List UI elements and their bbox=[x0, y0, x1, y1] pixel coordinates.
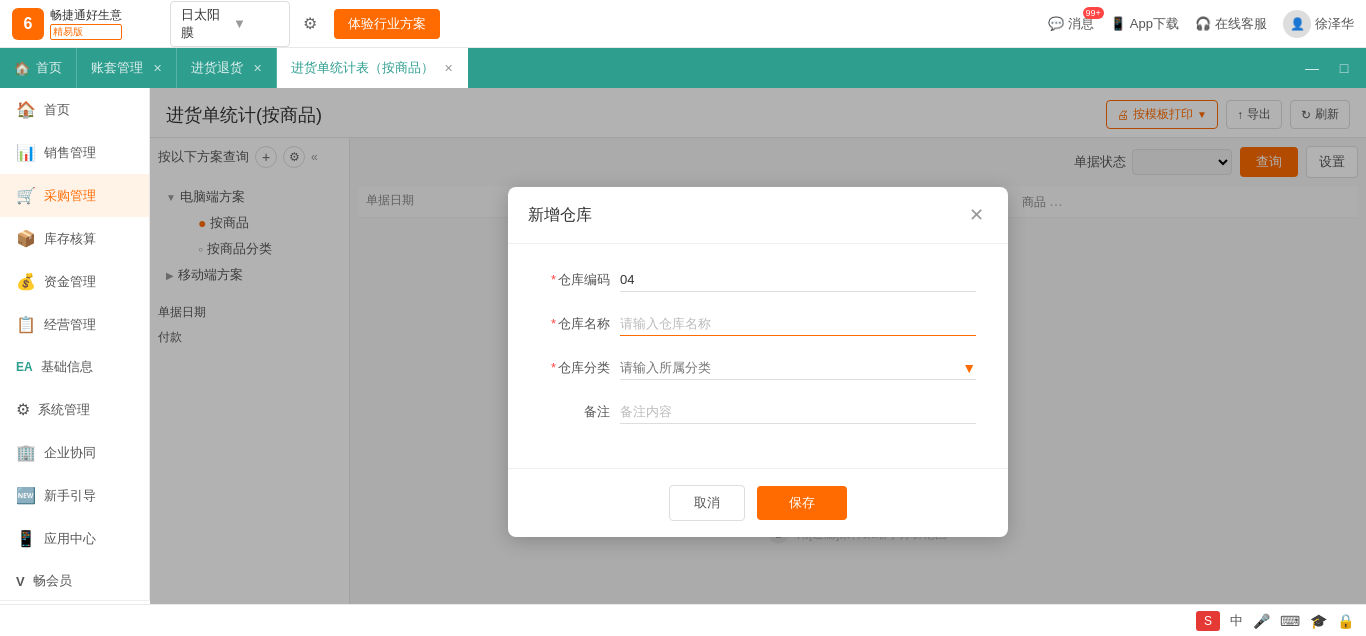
close-tab-account[interactable]: ✕ bbox=[153, 62, 162, 75]
sidebar-item-vip[interactable]: V 畅会员 bbox=[0, 560, 149, 602]
lock-btn[interactable]: 🔒 bbox=[1337, 613, 1354, 629]
sales-icon: 📊 bbox=[16, 143, 36, 162]
inventory-icon: 📦 bbox=[16, 229, 36, 248]
category-dropdown-icon[interactable]: ▼ bbox=[962, 360, 976, 376]
sidebar-item-finance[interactable]: 💰 资金管理 bbox=[0, 260, 149, 303]
category-label: 仓库分类 bbox=[540, 359, 620, 377]
logo-area: 6 畅捷通好生意 精易版 bbox=[12, 7, 162, 40]
home-icon: 🏠 bbox=[16, 100, 36, 119]
nav-tabs-controls: — □ bbox=[1298, 48, 1366, 88]
system-icon: ⚙ bbox=[16, 400, 30, 419]
note-label: 备注 bbox=[540, 403, 620, 421]
form-row-note: 备注 bbox=[540, 400, 976, 424]
close-tab-purchase-return[interactable]: ✕ bbox=[253, 62, 262, 75]
message-icon: 💬 bbox=[1048, 16, 1064, 31]
tab-account[interactable]: 账套管理 ✕ bbox=[77, 48, 177, 88]
sidebar-item-home[interactable]: 🏠 首页 bbox=[0, 88, 149, 131]
maximize-window-btn[interactable]: □ bbox=[1330, 54, 1358, 82]
warehouse-name-input[interactable] bbox=[620, 312, 976, 336]
sidebar-item-inventory[interactable]: 📦 库存核算 bbox=[0, 217, 149, 260]
tab-home[interactable]: 🏠 首页 bbox=[0, 48, 77, 88]
dialog-new-warehouse: 新增仓库 ✕ 仓库编码 仓库名称 bbox=[508, 187, 1008, 537]
main-content: 进货单统计(按商品) 🖨 按模板打印 ▼ ↑ 导出 ↻ 刷新 bbox=[150, 88, 1366, 636]
basic-icon: EA bbox=[16, 360, 33, 374]
dialog-footer: 取消 保存 bbox=[508, 468, 1008, 537]
sidebar-item-enterprise[interactable]: 🏢 企业协同 bbox=[0, 431, 149, 474]
category-input[interactable] bbox=[620, 356, 962, 379]
header-right: 💬 消息 99+ 📱 App下载 🎧 在线客服 👤 徐泽华 bbox=[1048, 10, 1354, 38]
name-label: 仓库名称 bbox=[540, 315, 620, 333]
store-selector[interactable]: 日太阳膜 ▼ bbox=[170, 1, 290, 47]
code-label: 仓库编码 bbox=[540, 271, 620, 289]
s-logo: S bbox=[1196, 611, 1220, 631]
sidebar-item-purchase[interactable]: 🛒 采购管理 bbox=[0, 174, 149, 217]
main-layout: 🏠 首页 📊 销售管理 🛒 采购管理 📦 库存核算 💰 资金管理 📋 经营管理 … bbox=[0, 88, 1366, 636]
enterprise-icon: 🏢 bbox=[16, 443, 36, 462]
dialog-body: 仓库编码 仓库名称 仓库分类 ▼ bbox=[508, 244, 1008, 468]
notification-badge: 99+ bbox=[1083, 7, 1104, 19]
tab-purchase-stats[interactable]: 进货单统计表（按商品） ✕ bbox=[277, 48, 468, 88]
form-row-code: 仓库编码 bbox=[540, 268, 976, 292]
dialog-title: 新增仓库 bbox=[528, 205, 592, 226]
zh-btn[interactable]: 中 bbox=[1230, 612, 1243, 630]
tab-purchase-return[interactable]: 进货退货 ✕ bbox=[177, 48, 277, 88]
operations-icon: 📋 bbox=[16, 315, 36, 334]
app-download-btn[interactable]: 📱 App下载 bbox=[1110, 15, 1179, 33]
warehouse-code-input[interactable] bbox=[620, 268, 976, 292]
hat-btn[interactable]: 🎓 bbox=[1310, 613, 1327, 629]
nav-tabs: 🏠 首页 账套管理 ✕ 进货退货 ✕ 进货单统计表（按商品） ✕ — □ bbox=[0, 48, 1366, 88]
messages-btn[interactable]: 💬 消息 99+ bbox=[1048, 15, 1094, 33]
cancel-button[interactable]: 取消 bbox=[669, 485, 745, 521]
category-select-wrap: ▼ bbox=[620, 356, 976, 380]
apps-icon: 📱 bbox=[16, 529, 36, 548]
online-service-btn[interactable]: 🎧 在线客服 bbox=[1195, 15, 1267, 33]
guide-icon: 🆕 bbox=[16, 486, 36, 505]
sidebar-item-system[interactable]: ⚙ 系统管理 bbox=[0, 388, 149, 431]
keyboard-btn[interactable]: ⌨ bbox=[1280, 613, 1300, 629]
sidebar-item-operations[interactable]: 📋 经营管理 bbox=[0, 303, 149, 346]
finance-icon: 💰 bbox=[16, 272, 36, 291]
sidebar-item-sales[interactable]: 📊 销售管理 bbox=[0, 131, 149, 174]
mic-btn[interactable]: 🎤 bbox=[1253, 613, 1270, 629]
avatar-icon: 👤 bbox=[1290, 17, 1305, 31]
logo-badge: 精易版 bbox=[50, 24, 122, 40]
note-input[interactable] bbox=[620, 400, 976, 424]
dialog-close-btn[interactable]: ✕ bbox=[964, 203, 988, 227]
user-profile[interactable]: 👤 徐泽华 bbox=[1283, 10, 1354, 38]
form-row-category: 仓库分类 ▼ bbox=[540, 356, 976, 380]
store-name: 日太阳膜 bbox=[181, 6, 227, 42]
bottom-footer: S 中 🎤 ⌨ 🎓 🔒 bbox=[0, 604, 1366, 636]
purchase-icon: 🛒 bbox=[16, 186, 36, 205]
form-row-name: 仓库名称 bbox=[540, 312, 976, 336]
headset-icon: 🎧 bbox=[1195, 16, 1211, 31]
save-button[interactable]: 保存 bbox=[757, 486, 847, 520]
dialog-header: 新增仓库 ✕ bbox=[508, 187, 1008, 244]
sidebar-item-apps[interactable]: 📱 应用中心 bbox=[0, 517, 149, 560]
phone-icon: 📱 bbox=[1110, 16, 1126, 31]
top-header: 6 畅捷通好生意 精易版 日太阳膜 ▼ ⚙ 体验行业方案 💬 消息 99+ 📱 … bbox=[0, 0, 1366, 48]
dropdown-arrow-icon: ▼ bbox=[233, 16, 279, 31]
trial-button[interactable]: 体验行业方案 bbox=[334, 9, 440, 39]
sidebar-item-basic[interactable]: EA 基础信息 bbox=[0, 346, 149, 388]
user-name: 徐泽华 bbox=[1315, 15, 1354, 33]
vip-icon: V bbox=[16, 574, 25, 589]
s-logo-icon: S bbox=[1204, 614, 1212, 628]
avatar: 👤 bbox=[1283, 10, 1311, 38]
close-tab-purchase-stats[interactable]: ✕ bbox=[444, 62, 453, 75]
sidebar-item-guide[interactable]: 🆕 新手引导 bbox=[0, 474, 149, 517]
minimize-window-btn[interactable]: — bbox=[1298, 54, 1326, 82]
dialog-overlay: 新增仓库 ✕ 仓库编码 仓库名称 bbox=[150, 88, 1366, 636]
gear-button[interactable]: ⚙ bbox=[294, 8, 326, 40]
sidebar: 🏠 首页 📊 销售管理 🛒 采购管理 📦 库存核算 💰 资金管理 📋 经营管理 … bbox=[0, 88, 150, 636]
logo-icon: 6 bbox=[12, 8, 44, 40]
logo-text: 畅捷通好生意 精易版 bbox=[50, 7, 122, 40]
